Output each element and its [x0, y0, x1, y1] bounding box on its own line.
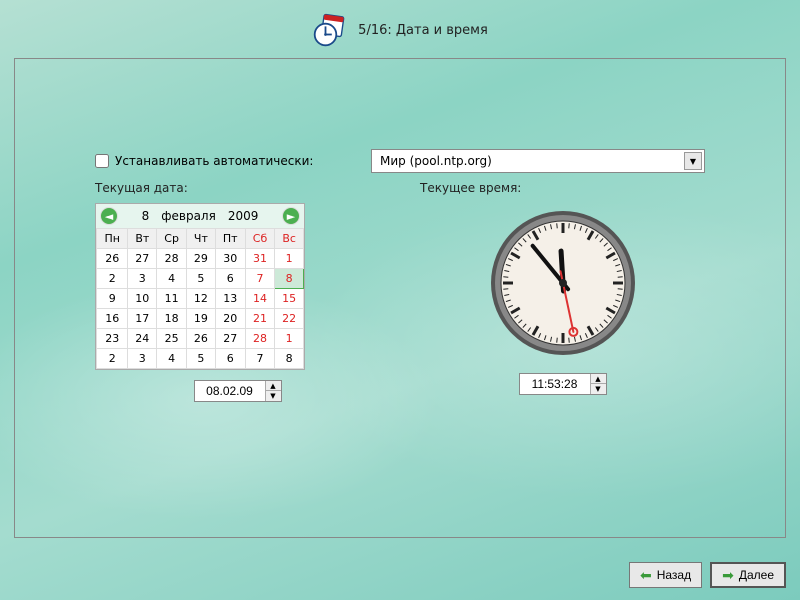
ntp-server-value: Мир (pool.ntp.org)	[380, 154, 492, 168]
ntp-server-combo[interactable]: Мир (pool.ntp.org) ▼	[371, 149, 705, 173]
calendar-day-cell[interactable]: 5	[187, 349, 216, 369]
calendar-month: февраля	[161, 209, 216, 223]
next-button-label: Далее	[739, 568, 774, 582]
arrow-right-icon: ►	[287, 210, 295, 223]
calendar-day-cell[interactable]: 10	[128, 289, 157, 309]
arrow-right-icon: ➡	[722, 567, 734, 584]
current-date-label: Текущая дата:	[95, 181, 380, 195]
calendar-day-cell[interactable]: 16	[97, 309, 128, 329]
calendar-day-cell[interactable]: 27	[215, 329, 245, 349]
main-panel: Устанавливать автоматически: Мир (pool.n…	[14, 58, 786, 538]
calendar-day-cell[interactable]: 7	[245, 349, 275, 369]
calendar-day-cell[interactable]: 11	[157, 289, 187, 309]
time-spinner-input[interactable]	[520, 377, 590, 391]
calendar-day-cell[interactable]: 2	[97, 269, 128, 289]
calendar-day-cell[interactable]: 9	[97, 289, 128, 309]
calendar-day-cell[interactable]: 8	[275, 269, 304, 289]
calendar-day-cell[interactable]: 17	[128, 309, 157, 329]
calendar-day-cell[interactable]: 25	[157, 329, 187, 349]
calendar-day-cell[interactable]: 21	[245, 309, 275, 329]
chevron-down-icon[interactable]: ▼	[684, 152, 702, 170]
calendar-day-cell[interactable]: 7	[245, 269, 275, 289]
calendar-day-cell[interactable]: 8	[275, 349, 304, 369]
calendar-day-cell[interactable]: 26	[97, 249, 128, 269]
calendar-day-cell[interactable]: 14	[245, 289, 275, 309]
calendar-day-cell[interactable]: 13	[215, 289, 245, 309]
calendar-grid: ПнВтСрЧтПтСбВс 2627282930311234567891011…	[96, 228, 304, 369]
wizard-header: 5/16: Дата и время	[0, 0, 800, 50]
calendar-header: 8 февраля 2009	[118, 209, 282, 223]
calendar-day-cell[interactable]: 23	[97, 329, 128, 349]
calendar-weekday: Вт	[128, 229, 157, 249]
calendar-day-cell[interactable]: 4	[157, 269, 187, 289]
calendar-day-cell[interactable]: 26	[187, 329, 216, 349]
calendar-day-cell[interactable]: 18	[157, 309, 187, 329]
calendar-day-cell[interactable]: 22	[275, 309, 304, 329]
arrow-left-icon: ◄	[105, 210, 113, 223]
calendar-day-cell[interactable]: 30	[215, 249, 245, 269]
calendar-day-cell[interactable]: 6	[215, 269, 245, 289]
date-spinner-input[interactable]	[195, 384, 265, 398]
calendar-day-cell[interactable]: 12	[187, 289, 216, 309]
analog-clock	[483, 203, 643, 363]
page-title: 5/16: Дата и время	[358, 23, 488, 38]
calendar-weekday: Пт	[215, 229, 245, 249]
calendar-weekday: Чт	[187, 229, 216, 249]
auto-set-checkbox-label: Устанавливать автоматически:	[115, 154, 313, 168]
calendar-weekday: Пн	[97, 229, 128, 249]
calendar-day: 8	[142, 209, 150, 223]
auto-set-checkbox-input[interactable]	[95, 154, 109, 168]
time-spinner-up[interactable]: ▲	[590, 374, 606, 384]
calendar-year: 2009	[228, 209, 259, 223]
calendar-day-cell[interactable]: 29	[187, 249, 216, 269]
calendar-day-cell[interactable]: 15	[275, 289, 304, 309]
current-time-label: Текущее время:	[420, 181, 705, 195]
calendar-day-cell[interactable]: 1	[275, 329, 304, 349]
calendar-day-cell[interactable]: 2	[97, 349, 128, 369]
calendar-weekday: Ср	[157, 229, 187, 249]
date-spinner[interactable]: ▲ ▼	[194, 380, 282, 402]
calendar-day-cell[interactable]: 6	[215, 349, 245, 369]
calendar-weekday: Сб	[245, 229, 275, 249]
calendar-day-cell[interactable]: 28	[157, 249, 187, 269]
calendar-day-cell[interactable]: 27	[128, 249, 157, 269]
prev-month-button[interactable]: ◄	[100, 207, 118, 225]
calendar-day-cell[interactable]: 1	[275, 249, 304, 269]
date-spinner-down[interactable]: ▼	[265, 391, 281, 401]
calendar: ◄ 8 февраля 2009 ► ПнВтСрЧтПтСбВс 262728…	[95, 203, 305, 370]
time-spinner[interactable]: ▲ ▼	[519, 373, 607, 395]
clock-calendar-icon	[312, 12, 348, 48]
calendar-day-cell[interactable]: 4	[157, 349, 187, 369]
calendar-day-cell[interactable]: 31	[245, 249, 275, 269]
calendar-day-cell[interactable]: 19	[187, 309, 216, 329]
calendar-day-cell[interactable]: 24	[128, 329, 157, 349]
calendar-day-cell[interactable]: 3	[128, 349, 157, 369]
date-spinner-up[interactable]: ▲	[265, 381, 281, 391]
back-button[interactable]: ⬅ Назад	[629, 562, 702, 588]
back-button-label: Назад	[657, 568, 691, 582]
auto-set-checkbox[interactable]: Устанавливать автоматически:	[95, 154, 355, 168]
calendar-weekday: Вс	[275, 229, 304, 249]
time-spinner-down[interactable]: ▼	[590, 384, 606, 394]
calendar-day-cell[interactable]: 5	[187, 269, 216, 289]
next-button[interactable]: ➡ Далее	[710, 562, 786, 588]
next-month-button[interactable]: ►	[282, 207, 300, 225]
calendar-day-cell[interactable]: 28	[245, 329, 275, 349]
calendar-day-cell[interactable]: 20	[215, 309, 245, 329]
calendar-day-cell[interactable]: 3	[128, 269, 157, 289]
arrow-left-icon: ⬅	[640, 567, 652, 584]
